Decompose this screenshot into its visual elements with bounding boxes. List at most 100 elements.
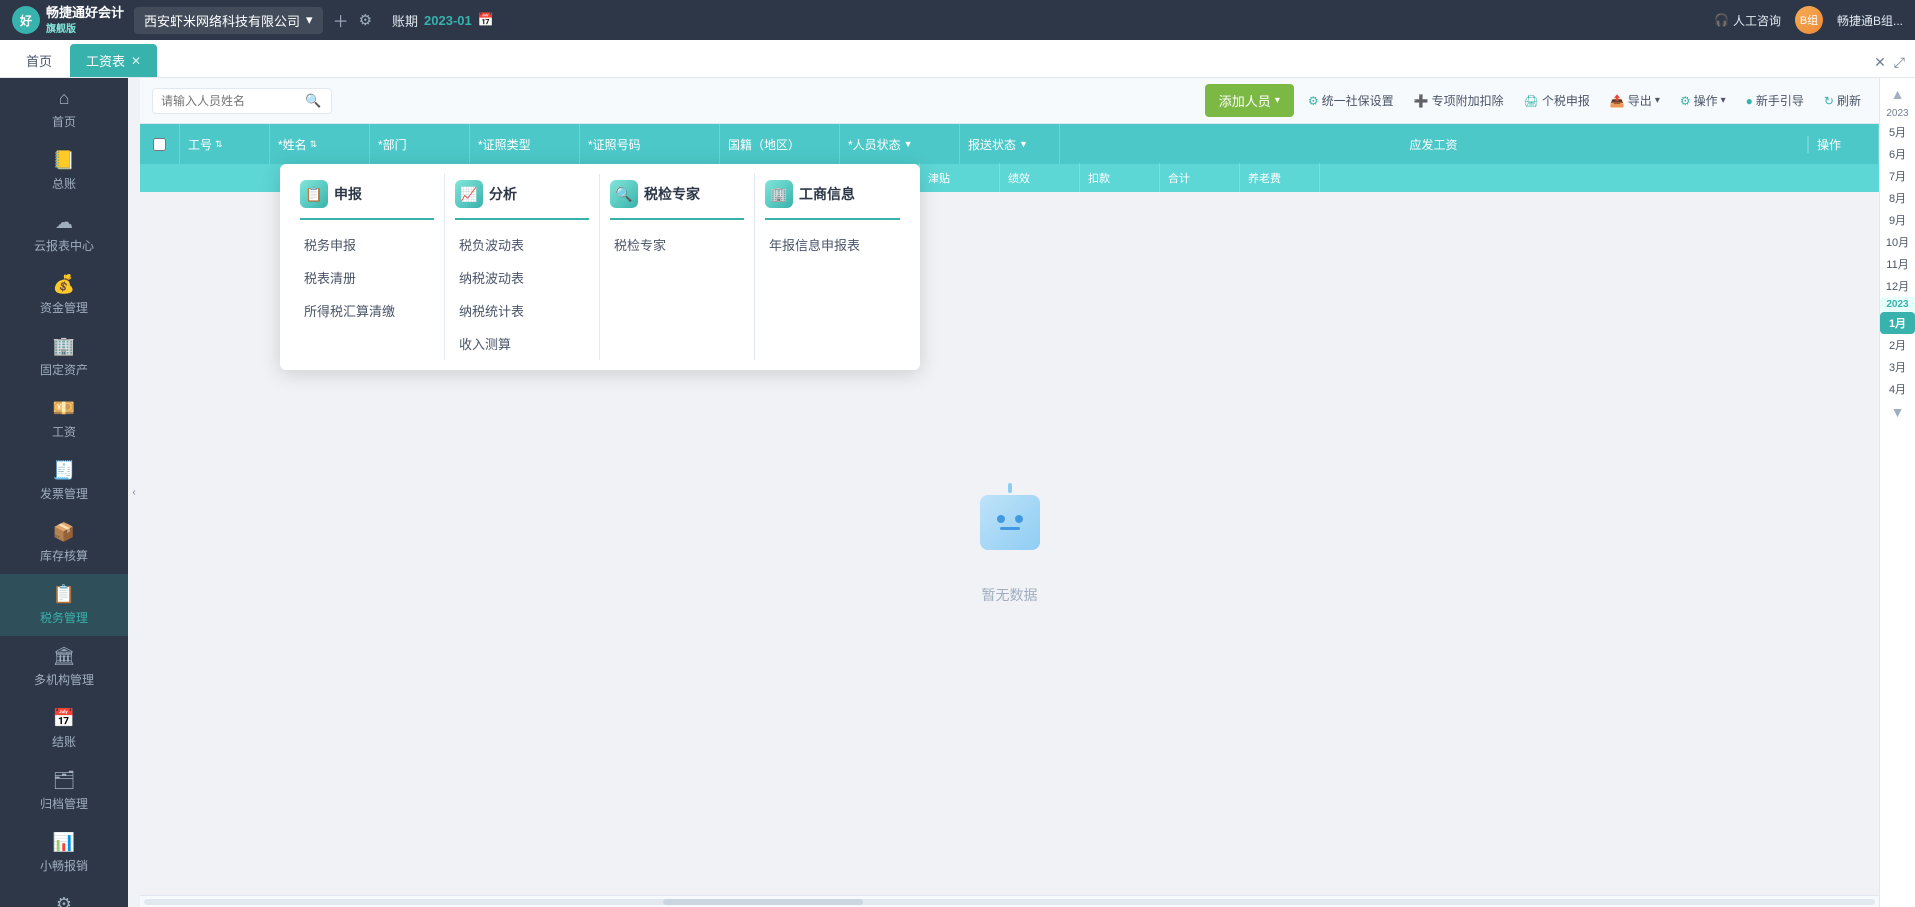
scroll-thumb[interactable] <box>663 899 863 905</box>
add-btn-arrow: ▾ <box>1275 95 1280 106</box>
sidebar-item-report[interactable]: 📊 小畅报销 <box>0 822 128 884</box>
social-settings-btn[interactable]: ⚙ 统一社保设置 <box>1302 88 1400 113</box>
timeline-month-8[interactable]: 8月 <box>1880 187 1915 209</box>
search-box[interactable]: 🔍 <box>152 88 332 114</box>
sidebar-item-settings[interactable]: ⚙ 基础设置 <box>0 884 128 907</box>
company-selector[interactable]: 西安虾米网络科技有限公司 ▾ <box>134 7 323 34</box>
timeline-month-9[interactable]: 9月 <box>1880 209 1915 231</box>
dropdown-header-biz: 🏢 工商信息 <box>765 174 900 220</box>
guide-btn-label: 新手引导 <box>1756 92 1804 109</box>
sidebar-item-multi[interactable]: 🏛 多机构管理 <box>0 636 128 698</box>
special-deduct-btn[interactable]: ➕ 专项附加扣除 <box>1408 88 1510 113</box>
dropdown-grid: 📋 申报 税务申报 税表清册 所得税汇算清缴 <box>290 174 910 360</box>
search-icon: 🔍 <box>305 93 321 109</box>
dropdown-item-tax-table[interactable]: 税表清册 <box>300 261 434 294</box>
sidebar-label-inventory: 库存核算 <box>40 547 88 564</box>
dropdown-item-tax-declare[interactable]: 税务申报 <box>300 228 434 261</box>
invoice-icon: 🧾 <box>53 460 75 481</box>
sidebar-item-tax[interactable]: 📋 税务管理 <box>0 574 128 636</box>
tax-decl-btn[interactable]: 🖨 个税申报 <box>1518 88 1596 113</box>
add-person-button[interactable]: 添加人员 ▾ <box>1205 84 1294 117</box>
th-id: 工号 ⇅ <box>180 124 270 164</box>
tab-home[interactable]: 首页 <box>10 44 68 77</box>
search-input[interactable] <box>161 94 301 108</box>
window-close-icon[interactable]: ✕ <box>1874 54 1886 71</box>
add-company-icon[interactable]: ＋ <box>333 8 349 32</box>
sidebar-label-invoice: 发票管理 <box>40 485 88 502</box>
filter-status-icon[interactable]: ▼ <box>904 139 913 149</box>
dropdown-item-tax-stats[interactable]: 纳税统计表 <box>455 294 589 327</box>
dropdown-item-annual-tax[interactable]: 所得税汇算清缴 <box>300 294 434 327</box>
timeline-month-10[interactable]: 10月 <box>1880 231 1915 253</box>
calendar-icon[interactable]: 📅 <box>478 12 494 28</box>
timeline-month-2[interactable]: 2月 <box>1880 334 1915 356</box>
robot-antenna <box>1008 483 1012 493</box>
sidebar-label-cloud: 云报表中心 <box>34 237 94 254</box>
sidebar-label-home: 首页 <box>52 113 76 130</box>
dropdown-item-expert[interactable]: 税检专家 <box>610 228 744 261</box>
sidebar-item-archive[interactable]: 🗂 归档管理 <box>0 760 128 822</box>
sidebar-item-home[interactable]: ⌂ 首页 <box>0 78 128 140</box>
period-value: 2023-01 <box>424 13 472 28</box>
dropdown-item-tax-burden[interactable]: 税负波动表 <box>455 228 589 261</box>
timeline-month-7[interactable]: 7月 <box>1880 165 1915 187</box>
dropdown-item-tax-movement[interactable]: 纳税波动表 <box>455 261 589 294</box>
sidebar-item-salary[interactable]: 💴 工资 <box>0 388 128 450</box>
tab-close-salary[interactable]: ✕ <box>131 54 141 68</box>
timeline-month-11[interactable]: 11月 <box>1880 253 1915 275</box>
th-send-status: 报送状态 ▼ <box>960 124 1060 164</box>
th-checkbox[interactable] <box>140 124 180 164</box>
timeline-month-3[interactable]: 3月 <box>1880 356 1915 378</box>
select-all-checkbox[interactable] <box>153 138 166 151</box>
header-right: 🎧 人工咨询 B组 畅捷通B组... <box>1714 6 1903 34</box>
fund-icon: 💰 <box>53 274 75 295</box>
user-avatar[interactable]: B组 <box>1795 6 1823 34</box>
sidebar-item-cloud[interactable]: ☁ 云报表中心 <box>0 202 128 264</box>
settings-icon[interactable]: ⚙ <box>359 11 372 29</box>
sort-icon: ⇅ <box>215 139 223 150</box>
th-pension: 养老费 <box>1240 163 1320 193</box>
operate-btn[interactable]: ⚙ 操作 ▾ <box>1674 88 1732 113</box>
refresh-label: 刷新 <box>1837 92 1861 109</box>
sidebar-item-inventory[interactable]: 📦 库存核算 <box>0 512 128 574</box>
timeline-year-label: 2023 <box>1886 106 1908 121</box>
support-btn[interactable]: 🎧 人工咨询 <box>1714 12 1781 29</box>
timeline-up-btn[interactable]: ▲ <box>1887 82 1909 106</box>
timeline-down-btn[interactable]: ▼ <box>1887 400 1909 424</box>
sidebar-item-fund[interactable]: 💰 资金管理 <box>0 264 128 326</box>
sidebar-item-close[interactable]: 📅 结账 <box>0 698 128 760</box>
logo-area: 好 畅捷通好会计 旗舰版 <box>12 5 124 36</box>
timeline-month-1[interactable]: 1月 <box>1880 312 1915 334</box>
guide-btn[interactable]: ● 新手引导 <box>1740 88 1810 113</box>
dropdown-col-analyze: 📈 分析 税负波动表 纳税波动表 纳税统计表 收入测算 <box>445 174 600 360</box>
tab-salary[interactable]: 工资表 ✕ <box>70 44 157 77</box>
tab-bar: 首页 工资表 ✕ ✕ ⤢ <box>0 40 1915 78</box>
sidebar-item-asset[interactable]: 🏢 固定资产 <box>0 326 128 388</box>
timeline-month-5[interactable]: 5月 <box>1880 121 1915 143</box>
operate-icon: ⚙ <box>1680 94 1691 108</box>
filter-send-icon[interactable]: ▼ <box>1019 139 1028 149</box>
sidebar: ⌂ 首页 📒 总账 ☁ 云报表中心 💰 资金管理 🏢 固定资产 💴 工资 🧾 发… <box>0 78 128 907</box>
tax-decl-icon: 🖨 <box>1524 94 1539 108</box>
export-btn[interactable]: 📤 导出 ▾ <box>1604 88 1666 113</box>
asset-icon: 🏢 <box>53 336 75 357</box>
robot-eye-left <box>997 515 1005 523</box>
dropdown-item-annual-report[interactable]: 年报信息申报表 <box>765 228 900 261</box>
th-performance: 绩效 <box>1000 163 1080 193</box>
timeline-month-6[interactable]: 6月 <box>1880 143 1915 165</box>
social-label: 统一社保设置 <box>1322 92 1394 109</box>
expert-header-label: 税检专家 <box>644 184 700 204</box>
scroll-track[interactable] <box>144 899 1875 905</box>
dropdown-item-income-calc[interactable]: 收入测算 <box>455 327 589 360</box>
sidebar-item-invoice[interactable]: 🧾 发票管理 <box>0 450 128 512</box>
th-total: 合计 <box>1160 163 1240 193</box>
timeline-month-12[interactable]: 12月 <box>1880 275 1915 297</box>
timeline-month-4[interactable]: 4月 <box>1880 378 1915 400</box>
horizontal-scrollbar[interactable] <box>140 895 1879 907</box>
window-restore-icon[interactable]: ⤢ <box>1894 54 1905 71</box>
dropdown-header-declare: 📋 申报 <box>300 174 434 220</box>
sidebar-item-ledger[interactable]: 📒 总账 <box>0 140 128 202</box>
sidebar-collapse[interactable]: ‹ <box>128 78 140 907</box>
logo-icon: 好 <box>12 6 40 34</box>
refresh-btn[interactable]: ↻ 刷新 <box>1818 88 1867 113</box>
